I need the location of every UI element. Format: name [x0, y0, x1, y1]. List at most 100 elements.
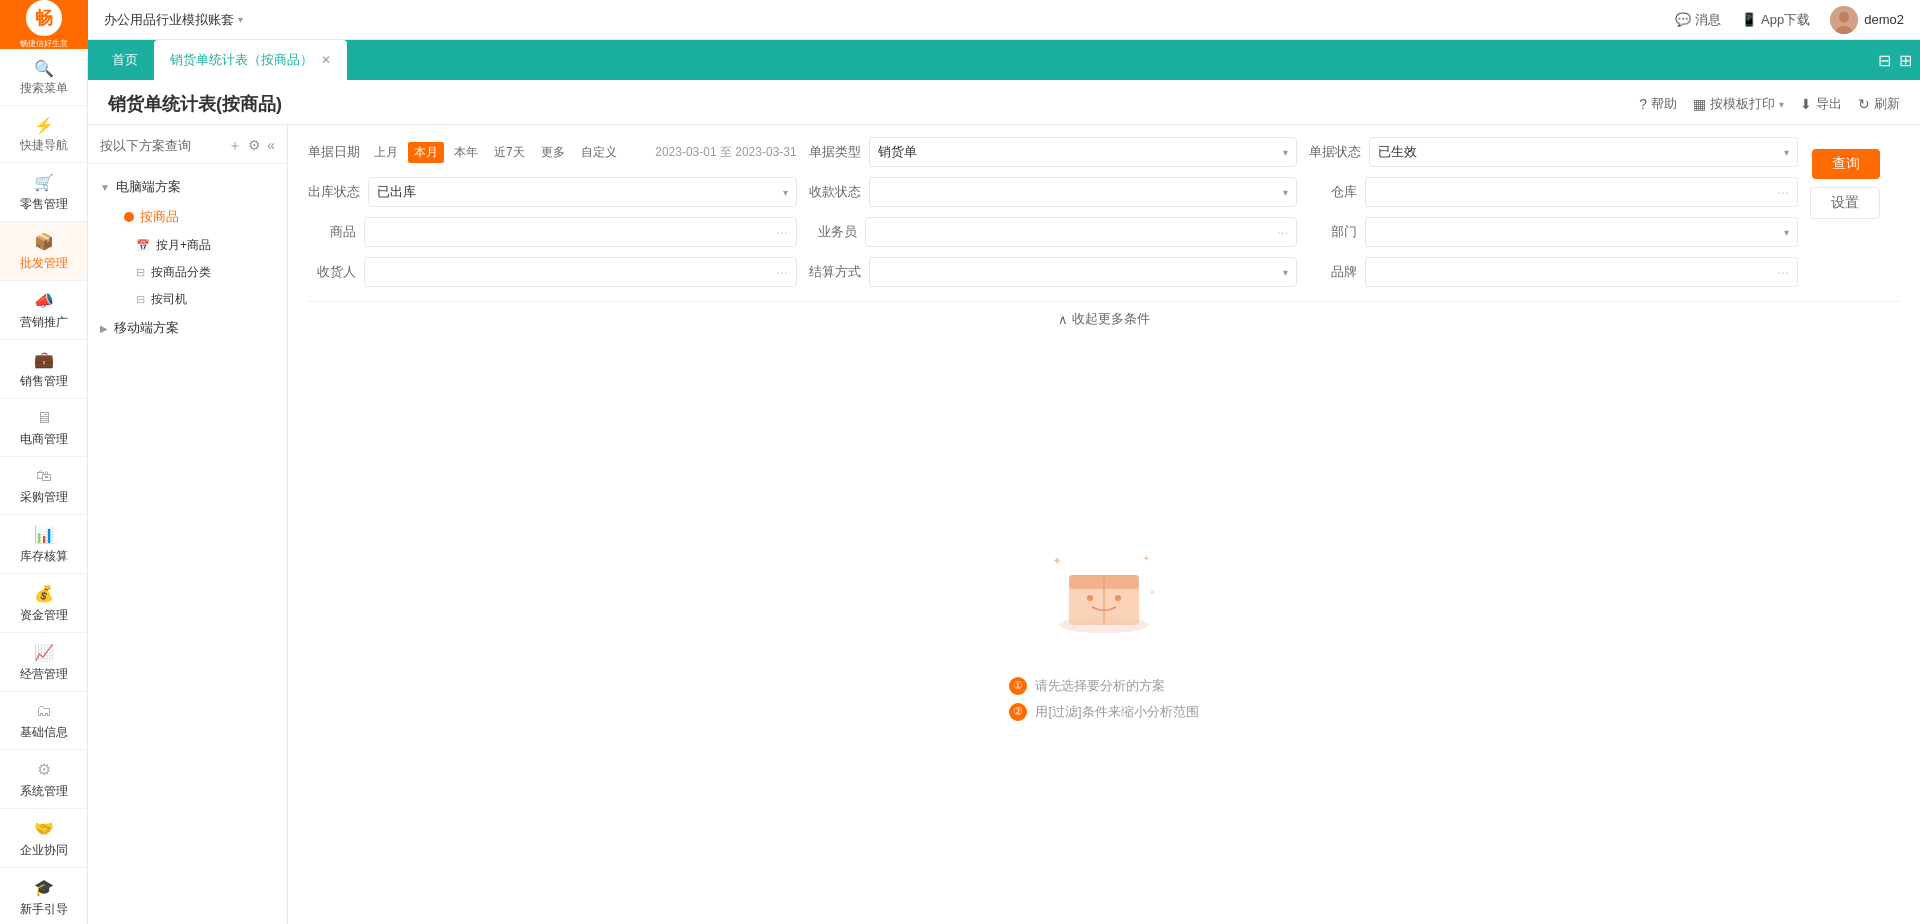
date-range-text: 2023-03-01 至 2023-03-31 — [655, 144, 796, 161]
svg-point-8 — [1115, 595, 1121, 601]
tree-item-by-month-goods[interactable]: 📅 按月+商品 — [100, 232, 287, 259]
type-select[interactable]: 销货单 ▾ — [869, 137, 1298, 167]
collapse-btn[interactable]: ∧ 收起更多条件 — [1058, 310, 1150, 328]
salesman-input[interactable]: ··· — [865, 217, 1298, 247]
sidebar-item-ecom[interactable]: 🖥 电商管理 — [0, 399, 87, 457]
sidebar-item-operation[interactable]: 📈 经营管理 — [0, 633, 87, 692]
message-btn[interactable]: 💬 消息 — [1675, 11, 1721, 29]
svg-text:✦: ✦ — [1149, 588, 1156, 597]
sidebar-item-marketing[interactable]: 📣 营销推广 — [0, 281, 87, 340]
sidebar-retail-label: 零售管理 — [20, 196, 68, 213]
brand-input[interactable]: ··· — [1365, 257, 1798, 287]
tree-item-by-goods[interactable]: 按商品 — [100, 202, 287, 232]
dept-select[interactable]: ▾ — [1365, 217, 1798, 247]
date-presets: 上月 本月 本年 近7天 更多 自定义 — [368, 142, 623, 163]
tab-minimize-btn[interactable]: ⊟ — [1878, 51, 1891, 70]
sidebar-item-finance[interactable]: 💰 资金管理 — [0, 574, 87, 633]
sidebar-item-wholesale[interactable]: 📦 批发管理 — [0, 222, 87, 281]
warehouse-input[interactable]: ··· — [1365, 177, 1798, 207]
help-icon: ? — [1639, 96, 1647, 112]
settings-button[interactable]: 设置 — [1810, 187, 1880, 219]
tree-group-mobile[interactable]: ▶ 移动端方案 — [88, 313, 287, 343]
svg-text:✦: ✦ — [1052, 554, 1062, 568]
settle-arrow-icon: ▾ — [1283, 267, 1288, 278]
tabbar: 首页 销货单统计表（按商品） ✕ ⊟ ⊞ — [88, 40, 1920, 80]
date-btn-last-month[interactable]: 上月 — [368, 142, 404, 163]
filter-date-cell: 单据日期 上月 本月 本年 近7天 更多 — [308, 137, 797, 167]
goods-label: 商品 — [308, 223, 364, 241]
tip-2-num: ② — [1009, 703, 1027, 721]
svg-text:✦: ✦ — [1142, 553, 1150, 564]
tree-mobile-label: 移动端方案 — [114, 319, 179, 337]
sidebar-basic-label: 基础信息 — [20, 724, 68, 741]
user-avatar — [1830, 6, 1858, 34]
page-header: 销货单统计表(按商品) ? 帮助 ▦ 按模板打印 ▾ ⬇ 导出 ↻ 刷新 — [88, 80, 1920, 125]
sidebar-item-search[interactable]: 🔍 搜索菜单 — [0, 49, 87, 106]
date-btn-custom[interactable]: 自定义 — [575, 142, 623, 163]
sidebar-item-system[interactable]: ⚙ 系统管理 — [0, 750, 87, 809]
sidebar-ecom-label: 电商管理 — [20, 431, 68, 448]
left-panel-actions: ＋ ⚙ « — [228, 137, 275, 155]
type-label: 单据类型 — [809, 143, 869, 161]
export-label: 导出 — [1816, 95, 1842, 113]
tree-pc-arrow-icon: ▼ — [100, 182, 110, 193]
tree-item-by-cashier[interactable]: ⊟ 按司机 — [100, 286, 287, 313]
settings-scheme-btn[interactable]: ⚙ — [248, 137, 261, 155]
filter-receive-status-cell: 收款状态 ▾ — [809, 177, 1298, 207]
user-menu[interactable]: demo2 — [1830, 6, 1904, 34]
tree-item-by-category[interactable]: ⊟ 按商品分类 — [100, 259, 287, 286]
out-status-select[interactable]: 已出库 ▾ — [368, 177, 797, 207]
date-btn-7days[interactable]: 近7天 — [488, 142, 531, 163]
filter-settle-cell: 结算方式 ▾ — [809, 257, 1298, 287]
refresh-btn[interactable]: ↻ 刷新 — [1858, 95, 1900, 113]
sidebar-item-quick-nav[interactable]: ⚡ 快捷导航 — [0, 106, 87, 163]
tab-close-icon[interactable]: ✕ — [321, 53, 331, 67]
export-btn[interactable]: ⬇ 导出 — [1800, 95, 1842, 113]
tree-mobile-arrow-icon: ▶ — [100, 323, 108, 334]
print-label: 按模板打印 — [1710, 95, 1775, 113]
settle-select[interactable]: ▾ — [869, 257, 1298, 287]
left-panel: 按以下方案查询 ＋ ⚙ « ▼ 电脑端方案 按商品 — [88, 125, 288, 924]
filter-out-status-cell: 出库状态 已出库 ▾ — [308, 177, 797, 207]
page-actions: ? 帮助 ▦ 按模板打印 ▾ ⬇ 导出 ↻ 刷新 — [1639, 95, 1900, 113]
export-icon: ⬇ — [1800, 96, 1812, 112]
sidebar-guide-label: 新手引导 — [20, 901, 68, 918]
logo-icon: 畅 — [26, 0, 62, 36]
sidebar-item-inventory[interactable]: 📊 库存核算 — [0, 515, 87, 574]
goods-input[interactable]: ··· — [364, 217, 797, 247]
receive-status-select[interactable]: ▾ — [869, 177, 1298, 207]
sidebar-item-purchase[interactable]: 🛍 采购管理 — [0, 457, 87, 515]
tabbar-actions: ⊟ ⊞ — [1878, 51, 1920, 70]
sidebar-item-coop[interactable]: 🤝 企业协同 — [0, 809, 87, 868]
app-download-btn[interactable]: 📱 App下载 — [1741, 11, 1810, 29]
app-download-label: App下载 — [1761, 11, 1810, 29]
print-btn[interactable]: ▦ 按模板打印 ▾ — [1693, 95, 1784, 113]
empty-illustration: ✦ ✦ ✦ — [1044, 540, 1164, 653]
status-select[interactable]: 已生效 ▾ — [1369, 137, 1798, 167]
query-button[interactable]: 查询 — [1812, 149, 1880, 179]
content-area: 销货单统计表(按商品) ? 帮助 ▦ 按模板打印 ▾ ⬇ 导出 ↻ 刷新 — [88, 80, 1920, 924]
tab-report[interactable]: 销货单统计表（按商品） ✕ — [154, 40, 347, 80]
tree-pc-label: 电脑端方案 — [116, 178, 181, 196]
help-btn[interactable]: ? 帮助 — [1639, 95, 1677, 113]
add-scheme-btn[interactable]: ＋ — [228, 137, 242, 155]
sidebar-item-retail[interactable]: 🛒 零售管理 — [0, 163, 87, 222]
tab-maximize-btn[interactable]: ⊞ — [1899, 51, 1912, 70]
tree-group-pc[interactable]: ▼ 电脑端方案 — [88, 172, 287, 202]
tab-home[interactable]: 首页 — [96, 40, 154, 80]
date-btn-this-year[interactable]: 本年 — [448, 142, 484, 163]
tab-report-label: 销货单统计表（按商品） — [170, 51, 313, 69]
date-btn-more[interactable]: 更多 — [535, 142, 571, 163]
sidebar-item-guide[interactable]: 🎓 新手引导 — [0, 868, 87, 924]
receiver-input[interactable]: ··· — [364, 257, 797, 287]
date-btn-this-month[interactable]: 本月 — [408, 142, 444, 163]
sidebar-item-basic[interactable]: 🗂 基础信息 — [0, 692, 87, 750]
content-with-panel: 按以下方案查询 ＋ ⚙ « ▼ 电脑端方案 按商品 — [88, 125, 1920, 924]
filter-brand-cell: 品牌 ··· — [1309, 257, 1798, 287]
workspace-selector[interactable]: 办公用品行业模拟账套 ▾ — [104, 11, 1675, 29]
tree-by-category-label: 按商品分类 — [151, 264, 211, 281]
sidebar-item-sales[interactable]: 💼 销售管理 — [0, 340, 87, 399]
page-title: 销货单统计表(按商品) — [108, 92, 282, 116]
collapse-panel-btn[interactable]: « — [267, 137, 275, 155]
sidebar-purchase-label: 采购管理 — [20, 489, 68, 506]
